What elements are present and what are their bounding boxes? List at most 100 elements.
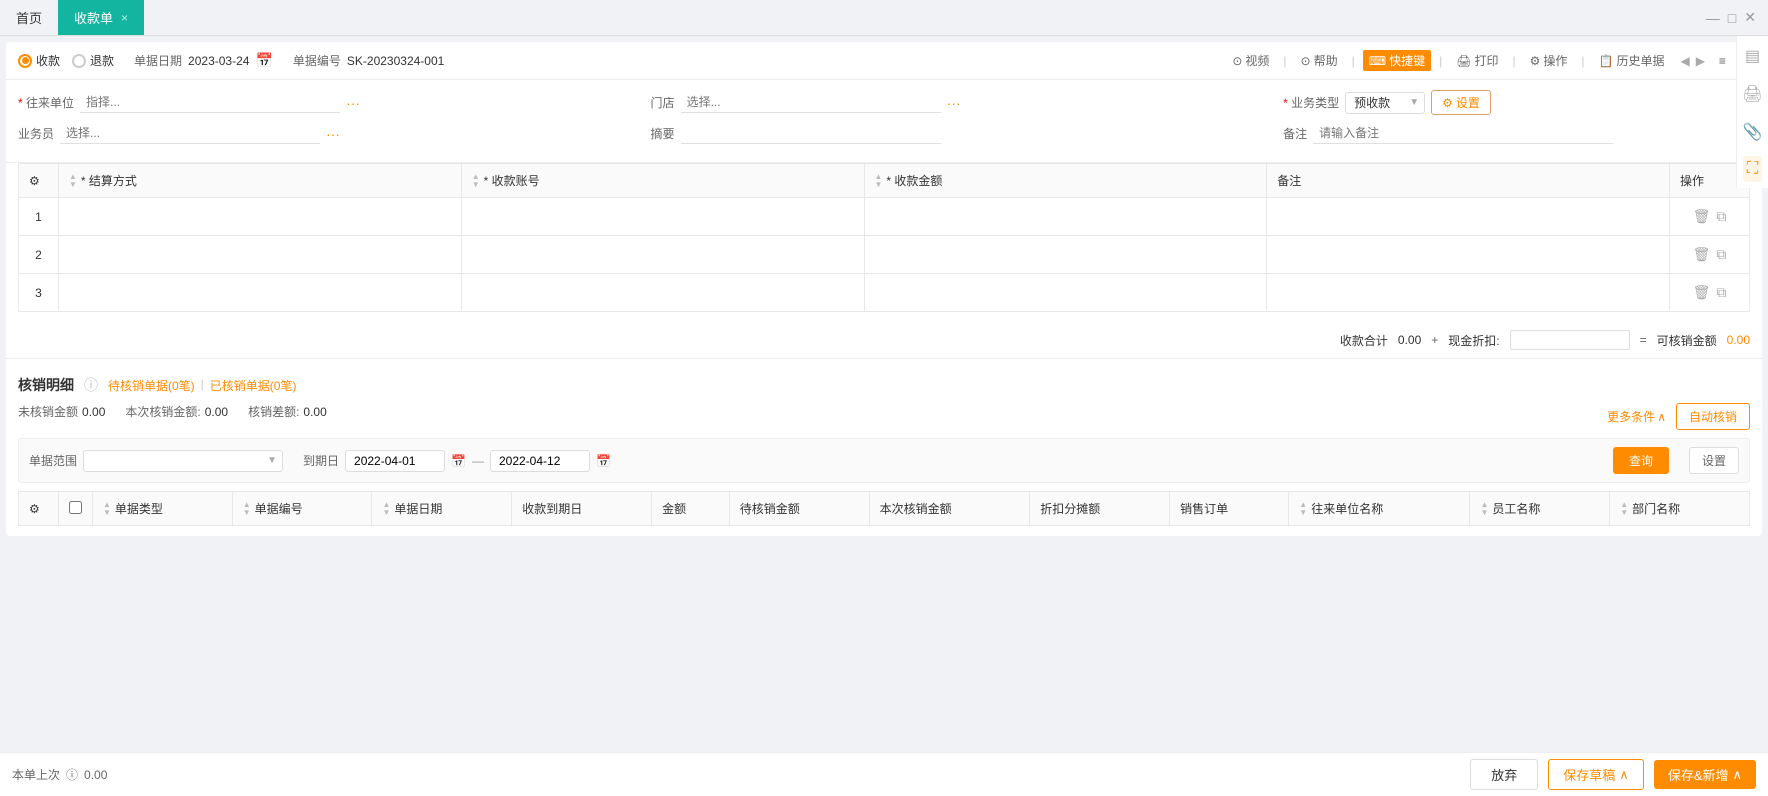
settlement-input-3[interactable] [69,286,451,300]
row-3-remark[interactable] [1267,274,1670,312]
radio-refund[interactable]: 退款 [72,52,114,69]
counterpart-more-btn[interactable]: ··· [346,95,360,111]
verify-info-icon[interactable]: ⓘ [84,375,98,395]
equals-sign: = [1640,333,1647,347]
filter-settings-btn[interactable]: 设置 [1689,447,1739,474]
select-all-checkbox[interactable] [69,501,82,514]
summary-input[interactable] [681,123,941,144]
uncanceled-value: 0.00 [82,405,105,419]
th-settings[interactable]: ⚙ [19,164,59,198]
video-btn[interactable]: ⊙ 视频 [1226,50,1275,71]
row-1-copy-icon[interactable]: ⧉ [1716,208,1726,225]
more-conditions-btn[interactable]: 更多条件 ∧ [1607,408,1666,425]
summary-field: 摘要 [651,123,1274,144]
footer-right: 放弃 保存草稿 ∧ 保存&新增 ∧ [1470,759,1756,790]
row-3-delete-icon[interactable]: 🗑 [1693,284,1711,301]
list-view-btn[interactable]: ≡ [1715,52,1730,70]
tab-close-icon[interactable]: × [121,11,128,25]
print-btn[interactable]: 🖨 打印 [1450,50,1504,71]
amount-input-3[interactable] [875,286,1257,300]
done-tab[interactable]: 已核销单据(0笔) [210,377,297,394]
remark-input[interactable] [1313,123,1613,144]
save-draft-btn[interactable]: 保存草稿 ∧ [1548,759,1644,790]
remark-input-3[interactable] [1277,286,1659,300]
pending-tab[interactable]: 待核销单据(0笔) [108,377,195,394]
remark-input-2[interactable] [1277,248,1659,262]
date-from-input[interactable] [345,450,445,472]
range-label: 单据范围 [29,452,77,469]
tab-home[interactable]: 首页 [0,0,58,35]
settlement-input-1[interactable] [69,210,451,224]
print-label: 打印 [1474,52,1498,69]
operation-btn[interactable]: ⚙ 操作 [1524,50,1574,71]
row-1-remark[interactable] [1267,198,1670,236]
row-2-amount[interactable] [864,236,1267,274]
history-btn[interactable]: 📋 历史单据 [1592,50,1670,71]
row-3-account[interactable] [461,274,864,312]
staff-input[interactable] [60,123,320,144]
settings-label: 设置 [1456,94,1480,111]
help-btn[interactable]: ⊙ 帮助 [1295,50,1344,71]
discount-label: 现金折扣: [1448,332,1499,349]
auto-verify-btn[interactable]: 自动核销 [1676,403,1750,430]
amount-input-1[interactable] [875,210,1257,224]
row-2-copy-icon[interactable]: ⧉ [1716,246,1726,263]
store-input[interactable] [681,92,941,113]
abandon-btn[interactable]: 放弃 [1470,759,1538,790]
radio-receipt[interactable]: 收款 [18,52,60,69]
shortcut-btn[interactable]: ⌨ 快捷键 [1363,50,1431,71]
amount-input-2[interactable] [875,248,1257,262]
row-1-delete-icon[interactable]: 🗑 [1693,208,1711,225]
range-select[interactable] [83,450,283,472]
row-2-delete-icon[interactable]: 🗑 [1693,246,1711,263]
maximize-btn[interactable]: □ [1728,10,1736,26]
date-label: 到期日 [303,452,339,469]
nav-prev[interactable]: ◀ [1678,52,1691,70]
account-input-1[interactable] [472,210,854,224]
staff-more-btn[interactable]: ··· [326,126,340,142]
sidebar-table-icon[interactable]: ▤ [1741,42,1764,70]
nav-next[interactable]: ▶ [1694,52,1707,70]
account-input-3[interactable] [472,286,854,300]
counterpart-sort-icon: ▲▼ [1299,501,1307,517]
plus-sign: + [1431,333,1438,347]
row-3-settlement[interactable] [59,274,462,312]
business-type-select[interactable]: 预收款 [1345,92,1425,114]
row-3-copy-icon[interactable]: ⧉ [1716,284,1726,301]
remark-field: 备注 [1283,123,1750,144]
minimize-btn[interactable]: — [1706,10,1720,26]
current-page-info-icon[interactable]: ⓘ [66,766,78,783]
bth-amount: 金额 [652,492,730,526]
query-btn[interactable]: 查询 [1613,447,1669,474]
settlement-input-2[interactable] [69,248,451,262]
sidebar-attach-icon[interactable]: 📎 [1739,118,1767,146]
row-1-settlement[interactable] [59,198,462,236]
store-more-btn[interactable]: ··· [947,95,961,111]
row-1-amount[interactable] [864,198,1267,236]
row-1-account[interactable] [461,198,864,236]
counterpart-label: 往来单位 [18,94,74,111]
row-3-amount[interactable] [864,274,1267,312]
bth-settings[interactable]: ⚙ [19,492,59,526]
close-btn[interactable]: ✕ [1744,9,1756,26]
sidebar-expand-icon[interactable]: ⛶ [1743,156,1762,182]
row-2-settlement[interactable] [59,236,462,274]
counterpart-input[interactable] [80,92,340,113]
discount-input[interactable] [1510,330,1630,350]
tab-receipt[interactable]: 收款单 × [58,0,144,35]
bth-checkbox[interactable] [59,492,93,526]
business-type-field: 业务类型 预收款 ▼ ⚙ 设置 [1283,90,1750,115]
row-2-remark[interactable] [1267,236,1670,274]
th-amount: ▲▼ * 收款金额 [864,164,1267,198]
calendar-icon[interactable]: 📅 [255,52,272,69]
sidebar-print-icon[interactable]: 🖨 [1738,80,1766,108]
date-from-cal-icon[interactable]: 📅 [451,454,466,468]
account-input-2[interactable] [472,248,854,262]
date-to-input[interactable] [490,450,590,472]
save-new-btn[interactable]: 保存&新增 ∧ [1654,760,1756,789]
settings-btn[interactable]: ⚙ 设置 [1431,90,1491,115]
date-to-cal-icon[interactable]: 📅 [596,454,611,468]
remark-input-1[interactable] [1277,210,1659,224]
bth-current: 本次核销金额 [869,492,1030,526]
row-2-account[interactable] [461,236,864,274]
